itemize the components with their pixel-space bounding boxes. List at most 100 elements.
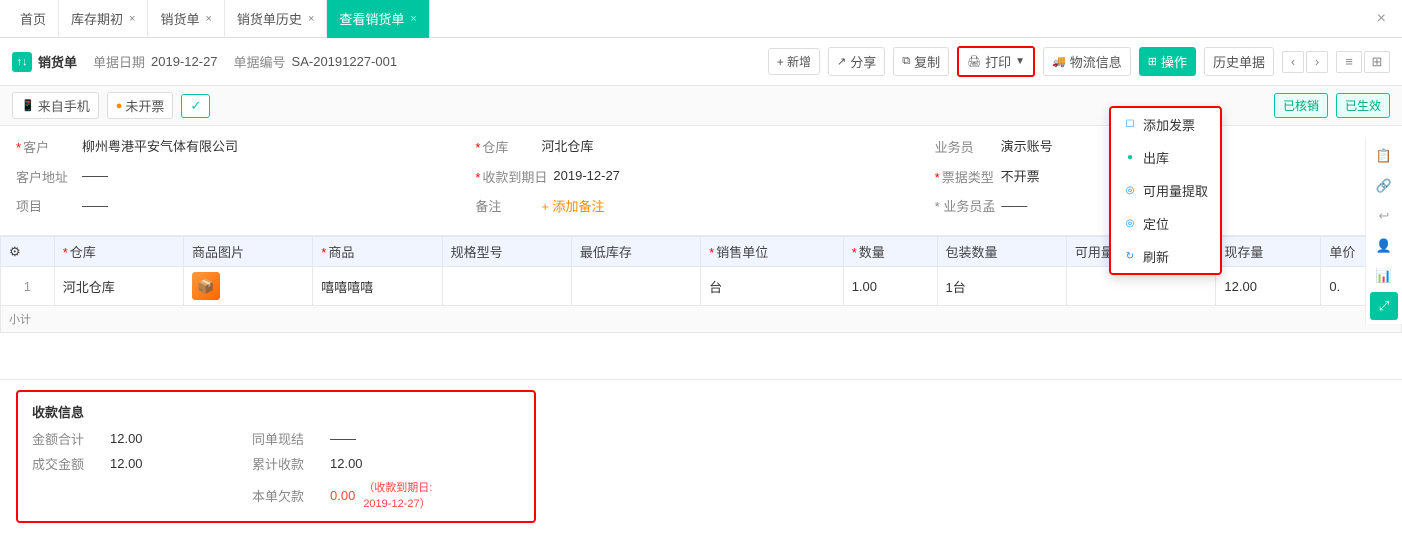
tab-view-sales[interactable]: 查看销货单 ×: [327, 0, 429, 38]
sidebar-icon-1[interactable]: 📋: [1370, 142, 1398, 170]
tab-home[interactable]: 首页: [8, 0, 59, 38]
col-spec: 规格型号: [442, 237, 571, 267]
payment-info: 收款信息 金额合计 12.00 同单现结 —— 成交金额 12.00: [16, 390, 536, 523]
sidebar-icon-5[interactable]: 📊: [1370, 262, 1398, 290]
close-sales-order[interactable]: ×: [205, 13, 211, 25]
subtotal-label: 小计: [1, 306, 1402, 333]
not-open-button[interactable]: ● 未开票: [107, 92, 174, 119]
balance-item: 本单欠款 0.00 （收款到期日: 2019-12-27）: [252, 479, 452, 511]
address-value: ——: [82, 168, 108, 184]
product-image: 📦: [192, 272, 220, 300]
balance-note: （收款到期日: 2019-12-27）: [363, 479, 452, 511]
col-quantity: 数量: [843, 237, 937, 267]
tab-inventory-init[interactable]: 库存期初 ×: [59, 0, 148, 38]
row-number: 1: [1, 267, 55, 306]
row-min-stock: [571, 267, 700, 306]
cumulative-value: 12.00: [330, 456, 363, 471]
row-pack-qty: 1台: [937, 267, 1066, 306]
same-order-item: 同单现结 ——: [252, 429, 452, 448]
close-sales-history[interactable]: ×: [308, 13, 314, 25]
right-sidebar: 📋 🔗 ↩ 👤 📊 ⤢: [1365, 138, 1402, 324]
col-min-stock: 最低库存: [571, 237, 700, 267]
total-amount-item: 金额合计 12.00: [32, 429, 232, 448]
outbound-item[interactable]: ● 出库: [1111, 141, 1220, 174]
header-actions: + 新增 ↗ 分享 ⧉ 复制 🖨 打印 ▼ 🚚 物流信息: [768, 46, 1390, 77]
logistics-button[interactable]: 🚚 物流信息: [1043, 47, 1131, 76]
ticket-type-value: 不开票: [1001, 166, 1040, 186]
refresh-item[interactable]: ↻ 刷新: [1111, 240, 1220, 273]
note-field: 备注 + 添加备注: [475, 196, 926, 215]
outbound-icon: ●: [1123, 151, 1137, 165]
locate-item[interactable]: ◎ 定位: [1111, 207, 1220, 240]
doc-number-meta: 单据编号 SA-20191227-001: [234, 52, 398, 71]
effective-badge: 已生效: [1336, 93, 1390, 118]
row-sales-unit: 台: [701, 267, 844, 306]
add-note-button[interactable]: + 添加备注: [541, 196, 604, 215]
locate-icon: ◎: [1123, 217, 1137, 231]
project-field: 项目 ——: [16, 196, 467, 215]
available-pick-item[interactable]: ◎ 可用量提取: [1111, 174, 1220, 207]
transaction-item: 成交金额 12.00: [32, 454, 232, 473]
date-label: 单据日期: [93, 52, 145, 71]
col-product-img: 商品图片: [183, 237, 312, 267]
address-field: 客户地址 ——: [16, 167, 467, 186]
payment-date-value: 2019-12-27: [553, 168, 620, 184]
col-settings[interactable]: ⚙: [1, 237, 55, 267]
total-amount-value: 12.00: [110, 431, 143, 446]
list-view-button[interactable]: ≡: [1336, 51, 1362, 73]
tab-sales-order[interactable]: 销货单 ×: [148, 0, 224, 38]
payment-date-field: *收款到期日 2019-12-27: [475, 167, 926, 186]
col-pack-qty: 包装数量: [937, 237, 1066, 267]
prev-record-button[interactable]: ‹: [1282, 51, 1304, 73]
confirm-button[interactable]: ✓: [181, 94, 210, 118]
sidebar-icon-4[interactable]: 👤: [1370, 232, 1398, 260]
next-record-button[interactable]: ›: [1306, 51, 1328, 73]
number-label: 单据编号: [234, 52, 286, 71]
share-button[interactable]: ↗ 分享: [828, 47, 885, 76]
from-phone-button[interactable]: 📱 来自手机: [12, 92, 99, 119]
row-current-stock: 12.00: [1216, 267, 1321, 306]
new-button[interactable]: + 新增: [768, 48, 820, 75]
bottom-panel: 收款信息 金额合计 12.00 同单现结 —— 成交金额 12.00: [0, 379, 1402, 533]
close-inventory-init[interactable]: ×: [129, 13, 135, 25]
warehouse-field: *仓库 河北仓库: [475, 136, 926, 156]
sidebar-icon-expand[interactable]: ⤢: [1370, 292, 1398, 320]
number-value: SA-20191227-001: [292, 54, 398, 69]
history-button[interactable]: 历史单据: [1204, 47, 1274, 76]
operations-dropdown: ☐ 添加发票 ● 出库 ◎ 可用量提取 ◎ 定位 ↻ 刷新: [1109, 106, 1222, 275]
operations-button[interactable]: ⊞ 操作: [1139, 47, 1196, 76]
col-sales-unit: 销售单位: [701, 237, 844, 267]
sidebar-icon-2[interactable]: 🔗: [1370, 172, 1398, 200]
customer-field: *客户 柳州粤港平安气体有限公司: [16, 136, 467, 156]
add-invoice-item[interactable]: ☐ 添加发票: [1111, 108, 1220, 141]
grid-view-button[interactable]: ⊞: [1364, 51, 1390, 73]
date-value: 2019-12-27: [151, 54, 218, 69]
doc-type-icon: ↑↓: [12, 52, 32, 72]
project-value: ——: [82, 198, 108, 214]
sales-staff-value: ——: [1001, 198, 1027, 214]
warehouse-value: 河北仓库: [541, 136, 593, 156]
print-button[interactable]: 🖨 打印 ▼: [957, 46, 1035, 77]
main-content: ↑↓ 销货单 单据日期 2019-12-27 单据编号 SA-20191227-…: [0, 38, 1402, 533]
row-product: 嘻嘻嘻嘻: [313, 267, 442, 306]
doc-type-label: 销货单: [38, 52, 77, 71]
tab-bar: 首页 库存期初 × 销货单 × 销货单历史 × 查看销货单 × ×: [0, 0, 1402, 38]
document-title: ↑↓ 销货单: [12, 52, 77, 72]
payment-info-title: 收款信息: [32, 402, 520, 421]
balance-value: 0.00: [330, 488, 355, 503]
row-quantity: 1.00: [843, 267, 937, 306]
subtotal-row: 小计: [1, 306, 1402, 333]
global-close-button[interactable]: ×: [1369, 10, 1394, 28]
same-order-value: ——: [330, 431, 356, 446]
refresh-icon: ↻: [1123, 250, 1137, 264]
copy-button[interactable]: ⧉ 复制: [893, 47, 949, 76]
tab-sales-history[interactable]: 销货单历史 ×: [225, 0, 327, 38]
available-pick-icon: ◎: [1123, 184, 1137, 198]
sidebar-icon-3[interactable]: ↩: [1370, 202, 1398, 230]
doc-date-meta: 单据日期 2019-12-27: [93, 52, 218, 71]
close-view-sales[interactable]: ×: [410, 13, 416, 25]
payment-grid: 金额合计 12.00 同单现结 —— 成交金额 12.00 累计收款 12.00: [32, 429, 520, 511]
row-warehouse: 河北仓库: [54, 267, 183, 306]
view-toggle: ≡ ⊞: [1336, 51, 1390, 73]
customer-value: 柳州粤港平安气体有限公司: [82, 136, 238, 156]
